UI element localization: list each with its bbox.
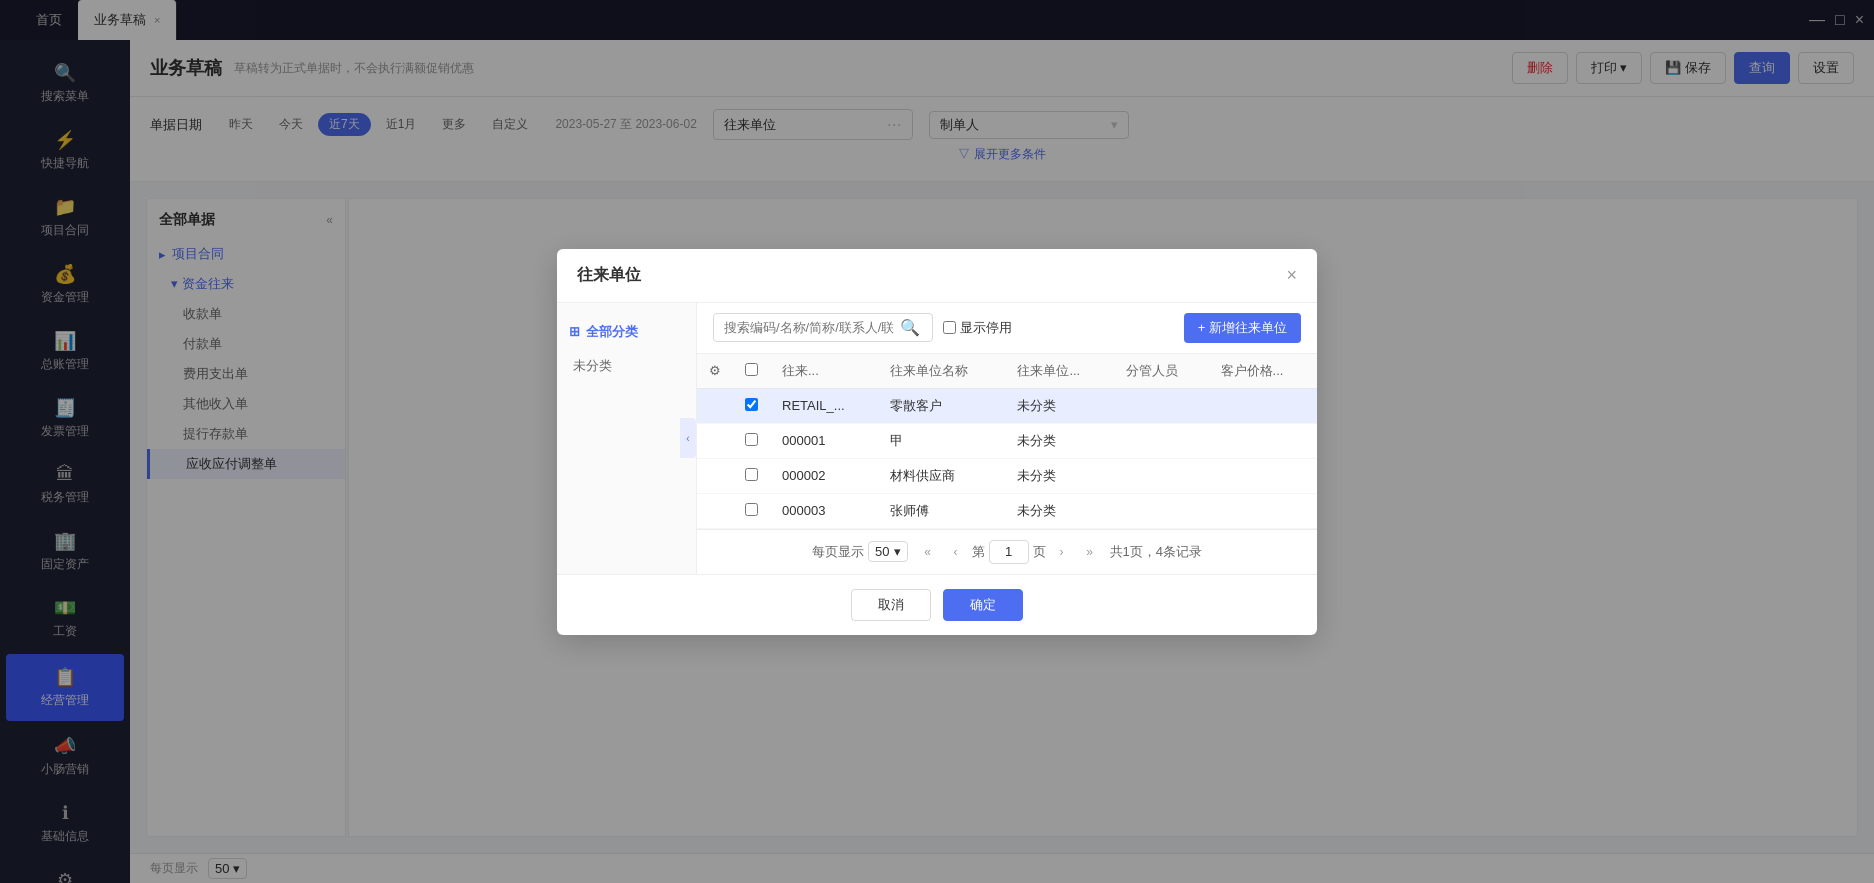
- partner-modal: 往来单位 × ⊞ 全部分类 ‹ 未分类 🔍: [557, 249, 1317, 635]
- row-code: RETAIL_...: [770, 388, 878, 423]
- row-price: [1209, 423, 1317, 458]
- modal-title: 往来单位: [577, 265, 641, 286]
- row-check[interactable]: [733, 458, 770, 493]
- row-settings: [697, 423, 733, 458]
- row-price: [1209, 458, 1317, 493]
- settings-icon[interactable]: ⚙: [709, 363, 721, 378]
- row-code: 000001: [770, 423, 878, 458]
- add-partner-button[interactable]: + 新增往来单位: [1184, 313, 1301, 343]
- th-name-label: 往来单位名称: [890, 363, 968, 378]
- modal-footer: 取消 确定: [557, 574, 1317, 635]
- page-size-label: 每页显示: [812, 543, 864, 561]
- modal-toolbar: 🔍 显示停用 + 新增往来单位: [697, 303, 1317, 354]
- row-settings: [697, 458, 733, 493]
- row-settings: [697, 388, 733, 423]
- row-settings: [697, 493, 733, 528]
- table-row[interactable]: RETAIL_... 零散客户 未分类: [697, 388, 1317, 423]
- select-all-checkbox[interactable]: [745, 363, 758, 376]
- modal-header: 往来单位 ×: [557, 249, 1317, 303]
- row-manager: [1114, 458, 1209, 493]
- category-header-label: 全部分类: [586, 323, 638, 341]
- row-category: 未分类: [1005, 493, 1113, 528]
- row-name: 张师傅: [878, 493, 1005, 528]
- th-manager-label: 分管人员: [1126, 363, 1178, 378]
- th-settings: ⚙: [697, 354, 733, 389]
- row-checkbox[interactable]: [745, 468, 758, 481]
- page-size-arrow: ▾: [894, 544, 901, 559]
- category-unclassified[interactable]: 未分类: [557, 349, 696, 383]
- modal-body: ⊞ 全部分类 ‹ 未分类 🔍 显示停用: [557, 303, 1317, 574]
- page-size-box[interactable]: 50 ▾: [868, 541, 907, 562]
- row-code: 000002: [770, 458, 878, 493]
- table-row[interactable]: 000003 张师傅 未分类: [697, 493, 1317, 528]
- page-size-select: 每页显示 50 ▾: [812, 541, 907, 562]
- row-category: 未分类: [1005, 458, 1113, 493]
- table-row[interactable]: 000001 甲 未分类: [697, 423, 1317, 458]
- first-page-button[interactable]: «: [916, 540, 940, 564]
- row-check[interactable]: [733, 388, 770, 423]
- th-code: 往来...: [770, 354, 878, 389]
- show-disabled-label[interactable]: 显示停用: [943, 319, 1012, 337]
- row-manager: [1114, 423, 1209, 458]
- category-header: ⊞ 全部分类: [557, 315, 696, 349]
- row-name: 材料供应商: [878, 458, 1005, 493]
- modal-table: ⚙ 往来... 往来单位名称: [697, 354, 1317, 529]
- th-code-label: 往来...: [782, 363, 819, 378]
- last-page-button[interactable]: »: [1078, 540, 1102, 564]
- th-price-label: 客户价格...: [1221, 363, 1284, 378]
- modal-left-panel: ⊞ 全部分类 ‹ 未分类: [557, 303, 697, 574]
- row-code: 000003: [770, 493, 878, 528]
- th-check: [733, 354, 770, 389]
- search-box[interactable]: 🔍: [713, 313, 933, 342]
- row-category: 未分类: [1005, 423, 1113, 458]
- search-icon: 🔍: [900, 318, 920, 337]
- th-price: 客户价格...: [1209, 354, 1317, 389]
- table-row[interactable]: 000002 材料供应商 未分类: [697, 458, 1317, 493]
- row-name: 甲: [878, 423, 1005, 458]
- page-nav: « ‹ 第 页 › »: [916, 540, 1102, 564]
- row-manager: [1114, 388, 1209, 423]
- confirm-button[interactable]: 确定: [943, 589, 1023, 621]
- th-name: 往来单位名称: [878, 354, 1005, 389]
- cancel-button[interactable]: 取消: [851, 589, 931, 621]
- row-category: 未分类: [1005, 388, 1113, 423]
- row-price: [1209, 493, 1317, 528]
- row-checkbox[interactable]: [745, 503, 758, 516]
- panel-collapse-button[interactable]: ‹: [680, 418, 696, 458]
- total-info: 共1页，4条记录: [1110, 543, 1202, 561]
- th-category: 往来单位...: [1005, 354, 1113, 389]
- row-checkbox[interactable]: [745, 433, 758, 446]
- show-disabled-checkbox[interactable]: [943, 321, 956, 334]
- prev-page-button[interactable]: ‹: [944, 540, 968, 564]
- page-unit: 页: [1033, 543, 1046, 561]
- row-manager: [1114, 493, 1209, 528]
- row-price: [1209, 388, 1317, 423]
- show-disabled-text: 显示停用: [960, 319, 1012, 337]
- page-number-input[interactable]: [989, 540, 1029, 564]
- modal-table-wrap: ⚙ 往来... 往来单位名称: [697, 354, 1317, 529]
- row-checkbox[interactable]: [745, 398, 758, 411]
- modal-pagination: 每页显示 50 ▾ « ‹ 第 页 › »: [697, 529, 1317, 574]
- grid-icon: ⊞: [569, 324, 580, 339]
- search-input[interactable]: [724, 320, 894, 335]
- page-size-value: 50: [875, 544, 889, 559]
- page-word: 第: [972, 543, 985, 561]
- modal-close-button[interactable]: ×: [1286, 265, 1297, 286]
- modal-overlay: 往来单位 × ⊞ 全部分类 ‹ 未分类 🔍: [0, 0, 1874, 883]
- next-page-button[interactable]: ›: [1050, 540, 1074, 564]
- th-manager: 分管人员: [1114, 354, 1209, 389]
- row-name: 零散客户: [878, 388, 1005, 423]
- modal-right-panel: 🔍 显示停用 + 新增往来单位 ⚙: [697, 303, 1317, 574]
- row-check[interactable]: [733, 493, 770, 528]
- row-check[interactable]: [733, 423, 770, 458]
- th-category-label: 往来单位...: [1017, 363, 1080, 378]
